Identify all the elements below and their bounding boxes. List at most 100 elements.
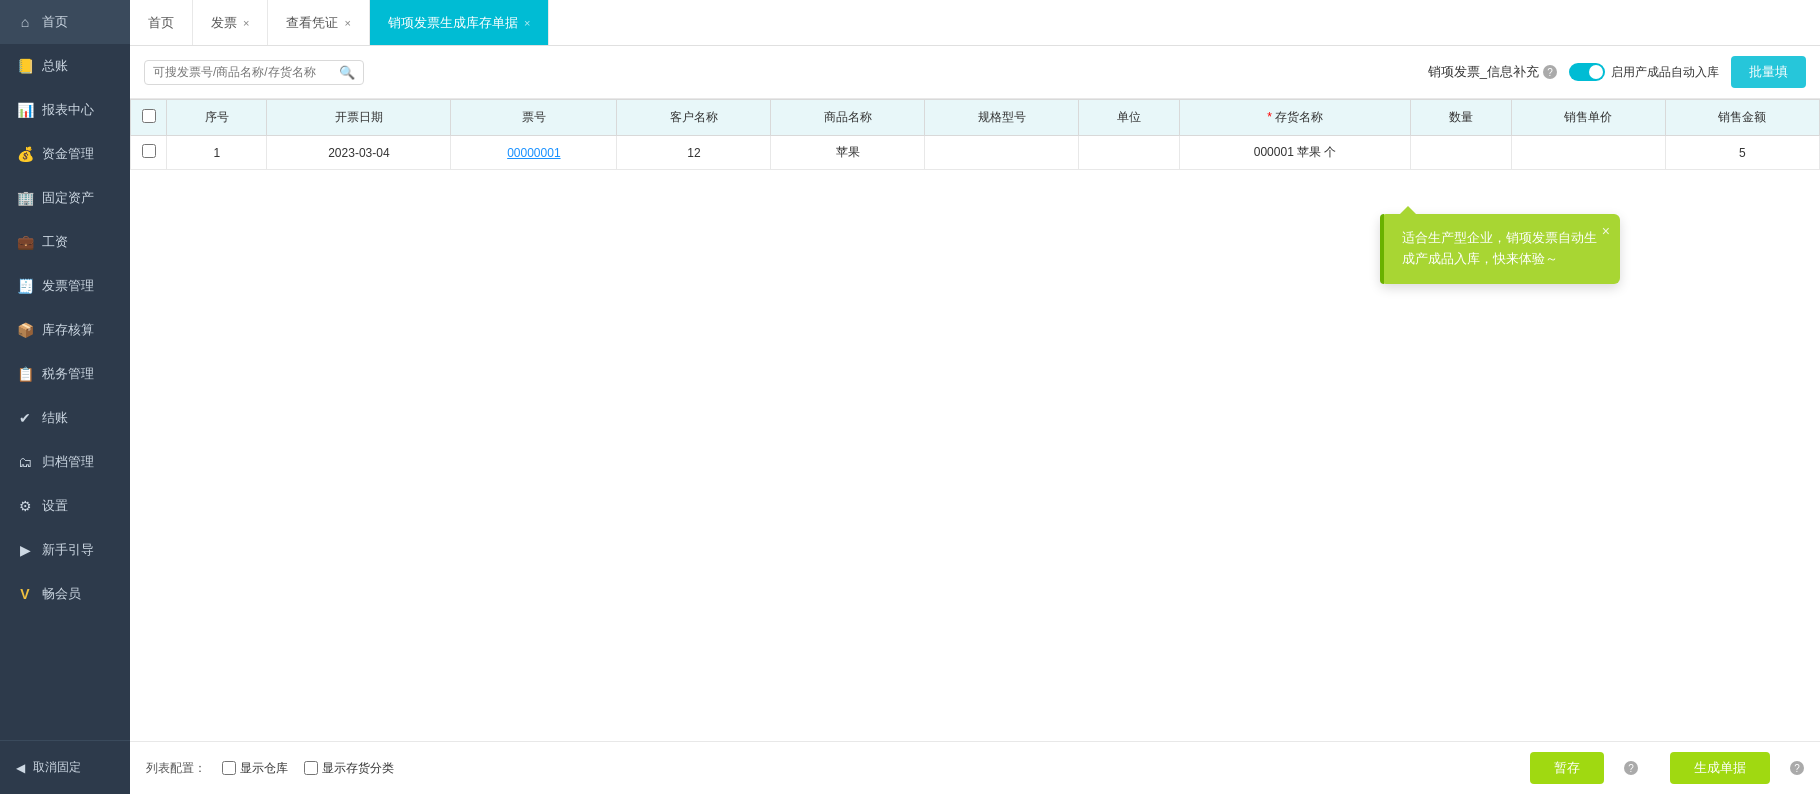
sidebar-item-member[interactable]: V 畅会员 [0,572,130,616]
table-row: 1 2023-03-04 00000001 12 苹果 000001 苹果 个 … [131,136,1820,170]
generate-question-icon[interactable]: ? [1790,761,1804,775]
tab-sales-inventory-close[interactable]: × [524,17,530,29]
col-unit: 单位 [1079,100,1179,136]
invoice-no-link[interactable]: 00000001 [507,146,560,160]
search-box[interactable]: 🔍 [144,60,364,85]
sidebar-item-asset[interactable]: 🏢 固定资产 [0,176,130,220]
pin-icon: ◀ [16,761,25,775]
home-icon: ⌂ [16,14,34,30]
sidebar-item-label: 报表中心 [42,101,94,119]
show-warehouse-checkbox[interactable] [222,761,236,775]
tab-invoice[interactable]: 发票 × [193,0,268,45]
sidebar-item-label: 税务管理 [42,365,94,383]
col-no: 票号 [451,100,617,136]
tab-voucher-close[interactable]: × [344,17,350,29]
cell-spec [925,136,1079,170]
cell-seq: 1 [167,136,267,170]
sidebar-item-label: 固定资产 [42,189,94,207]
col-goods: 商品名称 [771,100,925,136]
show-category-label: 显示存货分类 [322,760,394,777]
tab-voucher[interactable]: 查看凭证 × [268,0,369,45]
cell-price [1511,136,1665,170]
sidebar-item-settings[interactable]: ⚙ 设置 [0,484,130,528]
show-warehouse-item[interactable]: 显示仓库 [222,760,288,777]
invoice-icon: 🧾 [16,278,34,294]
sidebar-item-label: 库存核算 [42,321,94,339]
ledger-icon: 📒 [16,58,34,74]
sidebar-item-label: 首页 [42,13,68,31]
tooltip-left-bar [1380,214,1384,284]
save-question-icon[interactable]: ? [1624,761,1638,775]
info-label-text: 销项发票_信息补充 [1428,63,1539,81]
sidebar-item-home[interactable]: ⌂ 首页 [0,0,130,44]
select-all-checkbox[interactable] [142,109,156,123]
show-category-item[interactable]: 显示存货分类 [304,760,394,777]
sidebar-item-inventory[interactable]: 📦 库存核算 [0,308,130,352]
row-checkbox[interactable] [142,144,156,158]
tab-invoice-label: 发票 [211,14,237,32]
salary-icon: 💼 [16,234,34,250]
sidebar-item-archive[interactable]: 🗂 归档管理 [0,440,130,484]
batch-fill-button[interactable]: 批量填 [1731,56,1806,88]
sidebar-item-report[interactable]: 📊 报表中心 [0,88,130,132]
sidebar-item-label: 资金管理 [42,145,94,163]
toggle-label: 启用产成品自动入库 [1611,64,1719,81]
col-price: 销售单价 [1511,100,1665,136]
content-area: 🔍 销项发票_信息补充 ? 启用产成品自动入库 批量填 [130,46,1820,794]
auto-warehouse-toggle[interactable] [1569,63,1605,81]
sidebar-item-salary[interactable]: 💼 工资 [0,220,130,264]
info-label-area: 销项发票_信息补充 ? [1428,63,1557,81]
tooltip-content: 适合生产型企业，销项发票自动生成产成品入库，快来体验～ [1396,228,1604,270]
toolbar: 🔍 销项发票_信息补充 ? 启用产成品自动入库 批量填 [130,46,1820,99]
search-input[interactable] [153,65,333,79]
cell-checkbox[interactable] [131,136,167,170]
show-category-checkbox[interactable] [304,761,318,775]
bottom-bar: 列表配置： 显示仓库 显示存货分类 暂存 ? 生成单据 ? [130,741,1820,794]
sidebar-item-label: 结账 [42,409,68,427]
cell-no[interactable]: 00000001 [451,136,617,170]
col-checkbox [131,100,167,136]
col-quantity: 数量 [1411,100,1511,136]
sidebar: ⌂ 首页 📒 总账 📊 报表中心 💰 资金管理 🏢 固定资产 💼 工资 🧾 发票… [0,0,130,794]
sidebar-item-invoice-mgmt[interactable]: 🧾 发票管理 [0,264,130,308]
cell-goods: 苹果 [771,136,925,170]
col-seq: 序号 [167,100,267,136]
sidebar-item-label: 设置 [42,497,68,515]
sidebar-item-ledger[interactable]: 📒 总账 [0,44,130,88]
sidebar-item-tax[interactable]: 📋 税务管理 [0,352,130,396]
tooltip-close-button[interactable]: × [1602,220,1610,242]
cell-unit [1079,136,1179,170]
tab-home[interactable]: 首页 [130,0,193,45]
col-inventory: 存货名称 [1179,100,1411,136]
sidebar-item-settlement[interactable]: ✔ 结账 [0,396,130,440]
tab-sales-inventory[interactable]: 销项发票生成库存单据 × [370,0,549,45]
sidebar-bottom: ◀ 取消固定 [0,740,130,794]
main-area: 首页 发票 × 查看凭证 × 销项发票生成库存单据 × 🔍 销项发票_信息补充 … [130,0,1820,794]
col-spec: 规格型号 [925,100,1079,136]
sidebar-item-fund[interactable]: 💰 资金管理 [0,132,130,176]
tax-icon: 📋 [16,366,34,382]
sidebar-item-label: 新手引导 [42,541,94,559]
asset-icon: 🏢 [16,190,34,206]
sidebar-item-label: 畅会员 [42,585,81,603]
col-customer: 客户名称 [617,100,771,136]
tab-home-label: 首页 [148,14,174,32]
save-button[interactable]: 暂存 [1530,752,1604,784]
tooltip-popup: × 适合生产型企业，销项发票自动生成产成品入库，快来体验～ [1380,214,1620,284]
settlement-icon: ✔ [16,410,34,426]
cancel-pin-item[interactable]: ◀ 取消固定 [0,749,130,786]
guide-icon: ▶ [16,542,34,558]
tab-voucher-label: 查看凭证 [286,14,338,32]
report-icon: 📊 [16,102,34,118]
col-date: 开票日期 [267,100,451,136]
cell-customer: 12 [617,136,771,170]
generate-button[interactable]: 生成单据 [1670,752,1770,784]
col-amount: 销售金额 [1665,100,1819,136]
archive-icon: 🗂 [16,454,34,470]
sidebar-item-guide[interactable]: ▶ 新手引导 [0,528,130,572]
info-question-icon[interactable]: ? [1543,65,1557,79]
search-icon[interactable]: 🔍 [339,65,355,80]
tab-invoice-close[interactable]: × [243,17,249,29]
fund-icon: 💰 [16,146,34,162]
main-table: 序号 开票日期 票号 客户名称 商品名称 规格型号 单位 存货名称 数量 销售单… [130,99,1820,170]
